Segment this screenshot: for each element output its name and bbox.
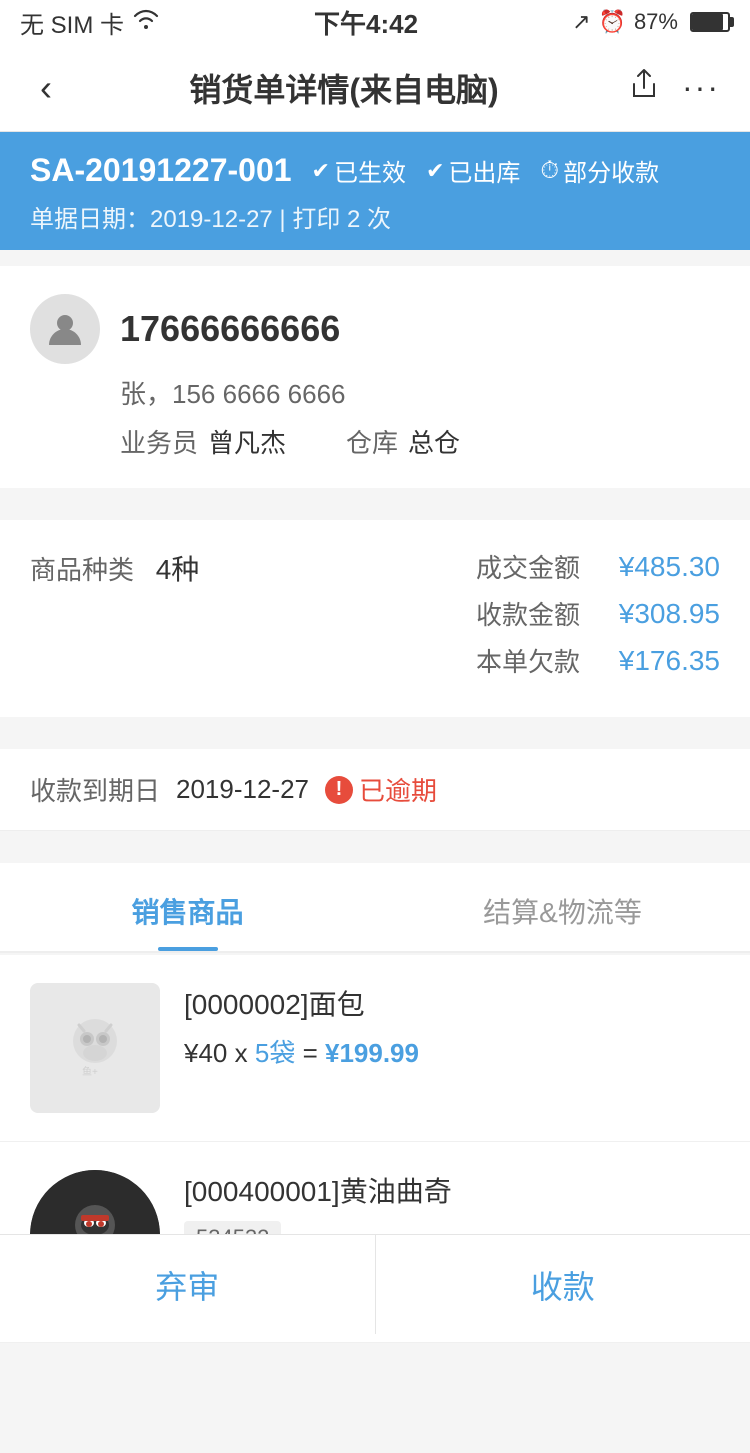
product-placeholder-1: 鱼+ <box>30 983 160 1113</box>
due-label: 收款到期日 <box>30 771 160 808</box>
overdue-badge: ! 已逾期 <box>325 771 437 808</box>
share-button[interactable] <box>626 66 662 109</box>
tab-settlement[interactable]: 结算&物流等 <box>375 863 750 951</box>
product-type-label: 商品种类 <box>30 555 134 585</box>
bottom-bar: 弃审 收款 <box>0 1234 750 1334</box>
salesman-item: 业务员 曾凡杰 <box>120 423 286 460</box>
product-qty-1: 5袋 <box>255 1038 295 1068</box>
summary-left: 商品种类 4种 <box>30 548 199 596</box>
summary-right: 成交金额 ¥485.30 收款金额 ¥308.95 本单欠款 ¥176.35 <box>476 548 720 689</box>
order-header-banner: SA-20191227-001 ✔ 已生效 ✔ 已出库 ⏱ 部分收款 单据日期：… <box>0 132 750 250</box>
cancel-label: 弃审 <box>155 1262 219 1308</box>
page-title: 销货单详情(来自电脑) <box>189 65 498 111</box>
status-effective: ✔ 已生效 <box>312 153 406 188</box>
nav-actions: ··· <box>626 66 720 109</box>
equals-icon-1: = <box>303 1038 325 1068</box>
customer-id: 17666666666 <box>120 308 340 350</box>
tab-sales-label: 销售商品 <box>131 897 243 928</box>
salesman-value: 曾凡杰 <box>208 423 286 460</box>
product-thumb-1: 鱼+ <box>30 983 160 1113</box>
check-icon-1: ✔ <box>312 158 330 184</box>
divider-3 <box>0 831 750 847</box>
customer-section: 17666666666 张，156 6666 6666 业务员 曾凡杰 仓库 总… <box>0 266 750 488</box>
tab-settlement-label: 结算&物流等 <box>483 897 642 928</box>
product-info-1: [0000002]面包 ¥40 x 5袋 = ¥199.99 <box>184 983 720 1070</box>
warehouse-item: 仓库 总仓 <box>346 423 460 460</box>
warehouse-label: 仓库 <box>346 423 398 460</box>
salesman-label: 业务员 <box>120 423 198 460</box>
more-button[interactable]: ··· <box>682 69 720 106</box>
received-label: 收款金额 <box>476 595 580 632</box>
status-time: 下午4:42 <box>314 4 418 41</box>
order-number: SA-20191227-001 <box>30 152 292 189</box>
banner-row1: SA-20191227-001 ✔ 已生效 ✔ 已出库 ⏱ 部分收款 <box>30 152 720 189</box>
battery-icon <box>690 12 730 32</box>
customer-meta: 业务员 曾凡杰 仓库 总仓 <box>120 423 720 460</box>
product-price-1: ¥40 x 5袋 = ¥199.99 <box>184 1033 720 1070</box>
cancel-review-button[interactable]: 弃审 <box>0 1235 376 1334</box>
payment-button[interactable]: 收款 <box>376 1235 750 1334</box>
status-left: 无 SIM 卡 <box>20 5 160 40</box>
nav-bar: ‹ 销货单详情(来自电脑) ··· <box>0 44 750 132</box>
received-amount: ¥308.95 <box>600 598 720 630</box>
status-shipped-label: 已出库 <box>448 153 520 188</box>
location-icon: ↗ <box>572 9 590 35</box>
product-name-1: [0000002]面包 <box>184 983 720 1023</box>
svg-text:鱼+: 鱼+ <box>82 1065 98 1078</box>
status-effective-label: 已生效 <box>334 153 406 188</box>
summary-section: 商品种类 4种 成交金额 ¥485.30 收款金额 ¥308.95 本单欠款 ¥… <box>0 520 750 717</box>
back-button[interactable]: ‹ <box>30 57 62 119</box>
due-section: 收款到期日 2019-12-27 ! 已逾期 <box>0 749 750 831</box>
status-bar: 无 SIM 卡 下午4:42 ↗ ⏰ 87% <box>0 0 750 44</box>
alarm-icon: ⏰ <box>599 9 626 35</box>
divider-2 <box>0 717 750 733</box>
carrier-label: 无 SIM 卡 <box>20 5 124 40</box>
due-date-value: 2019-12-27 <box>176 774 309 805</box>
customer-contact: 张，156 6666 6666 <box>120 374 720 411</box>
product-unit-price-1: ¥40 <box>184 1038 227 1068</box>
owed-amount: ¥176.35 <box>600 645 720 677</box>
customer-avatar <box>30 294 100 364</box>
product-item-1: 鱼+ [0000002]面包 ¥40 x 5袋 = ¥199.99 <box>0 955 750 1142</box>
bottom-spacer <box>0 1343 750 1453</box>
received-row: 收款金额 ¥308.95 <box>476 595 720 632</box>
product-name-2: [000400001]黄油曲奇 <box>184 1170 720 1210</box>
tab-sales-products[interactable]: 销售商品 <box>0 863 375 951</box>
clock-icon: ⏱ <box>540 157 559 185</box>
divider-1 <box>0 488 750 504</box>
transaction-label: 成交金额 <box>476 548 580 585</box>
product-total-1: ¥199.99 <box>325 1038 419 1068</box>
tabs-section: 销售商品 结算&物流等 <box>0 863 750 953</box>
status-shipped: ✔ 已出库 <box>426 153 520 188</box>
owed-label: 本单欠款 <box>476 642 580 679</box>
customer-row: 17666666666 <box>30 294 720 364</box>
wifi-icon <box>132 8 160 36</box>
doc-date: 单据日期：2019-12-27 | 打印 2 次 <box>30 199 720 234</box>
confirm-label: 收款 <box>531 1262 595 1308</box>
status-partial-label: 部分收款 <box>563 153 659 188</box>
product-type-row: 商品种类 4种 <box>30 548 199 588</box>
transaction-row: 成交金额 ¥485.30 <box>476 548 720 585</box>
overdue-icon: ! <box>325 776 353 804</box>
battery-percent: 87% <box>634 9 678 35</box>
check-icon-2: ✔ <box>426 158 444 184</box>
product-count: 4种 <box>156 554 200 585</box>
multiply-icon-1: x <box>235 1038 255 1068</box>
overdue-text: 已逾期 <box>359 771 437 808</box>
transaction-amount: ¥485.30 <box>600 551 720 583</box>
owed-row: 本单欠款 ¥176.35 <box>476 642 720 679</box>
warehouse-value: 总仓 <box>408 423 460 460</box>
status-partial-payment: ⏱ 部分收款 <box>540 153 659 188</box>
status-right: ↗ ⏰ 87% <box>572 9 730 35</box>
